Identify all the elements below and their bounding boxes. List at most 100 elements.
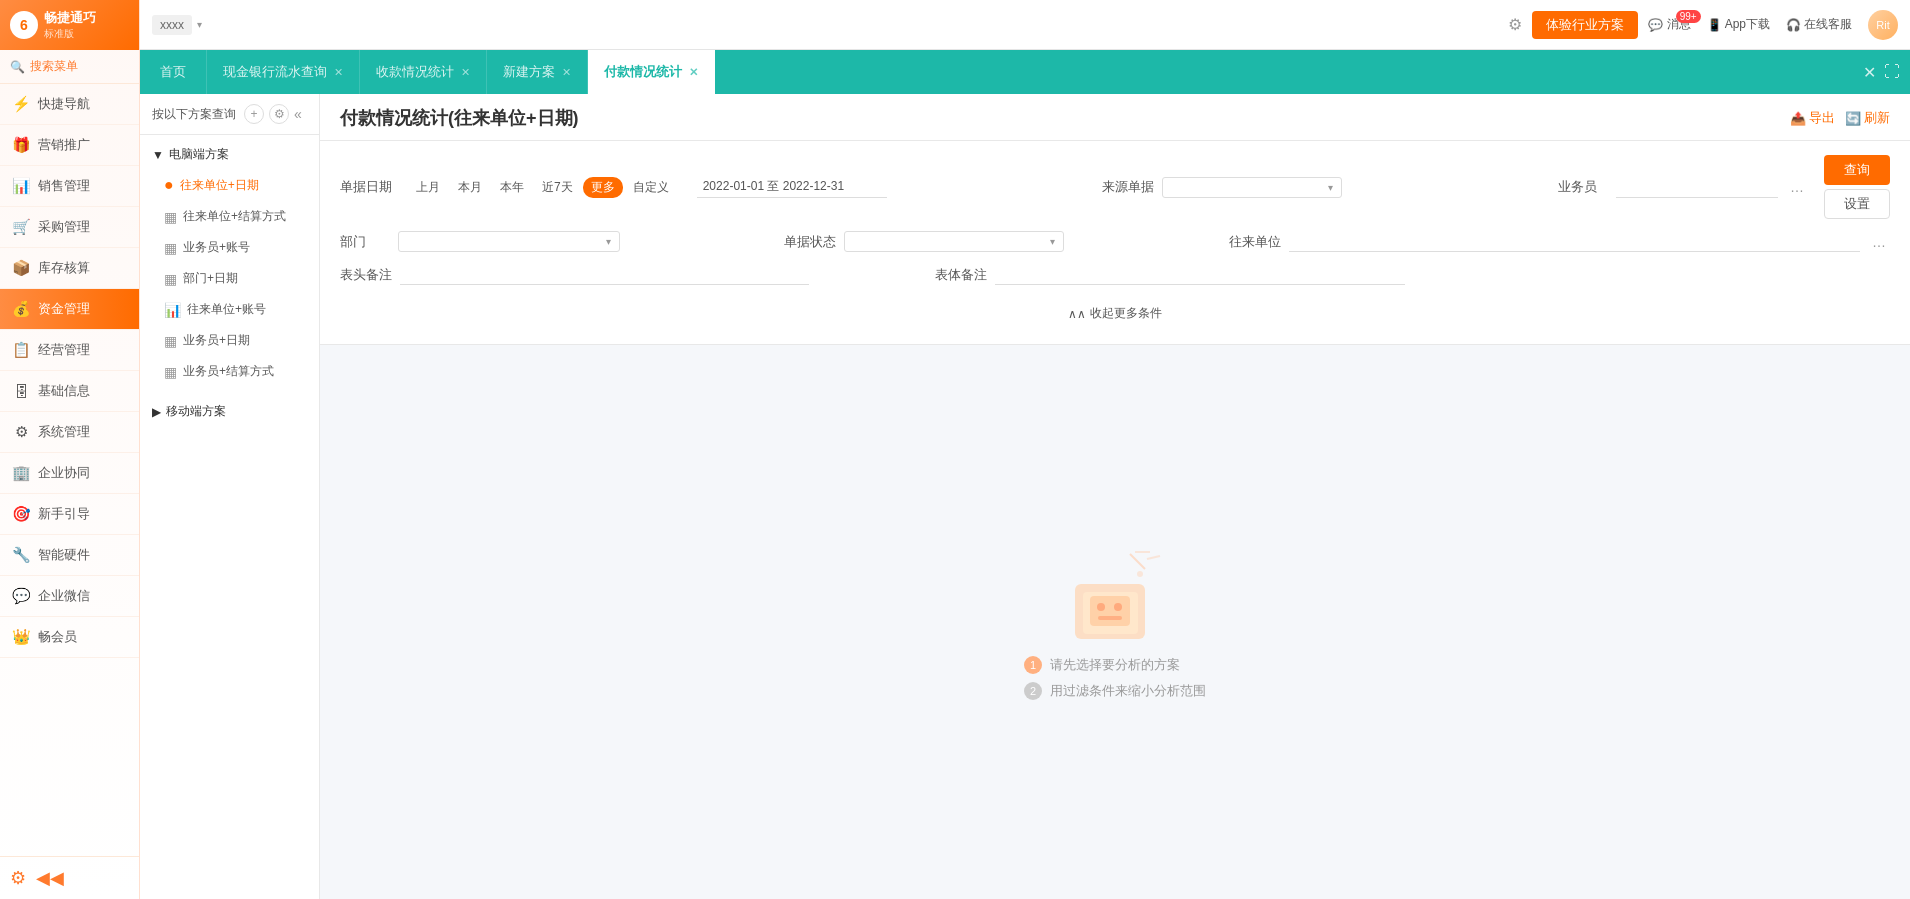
- maximize-icon[interactable]: ⛶: [1884, 63, 1900, 81]
- dept-col: 部门 ▾: [340, 231, 620, 252]
- sidebar-item-inventory[interactable]: 📦 库存核算: [0, 248, 139, 289]
- date-btn-this-month[interactable]: 本月: [450, 176, 490, 199]
- export-btn[interactable]: 📤 导出: [1790, 109, 1835, 127]
- sidebar-item-guide[interactable]: 🎯 新手引导: [0, 494, 139, 535]
- tab-new-scheme-close[interactable]: ✕: [562, 66, 571, 79]
- user-avatar[interactable]: Rit: [1868, 10, 1898, 40]
- tab-receipt-stats[interactable]: 收款情况统计 ✕: [360, 50, 487, 94]
- staff-input[interactable]: [1616, 177, 1778, 198]
- counterpart-settle-icon: ▦: [164, 209, 177, 225]
- scheme-item-staff-date[interactable]: ▦ 业务员+日期: [140, 325, 319, 356]
- sidebar-item-member[interactable]: 👑 畅会员: [0, 617, 139, 658]
- sidebar-item-basic[interactable]: 🗄 基础信息: [0, 371, 139, 412]
- tab-bank-flow-label: 现金银行流水查询: [223, 63, 327, 81]
- header-note-input[interactable]: [400, 264, 809, 285]
- tab-payment-stats-label: 付款情况统计: [604, 63, 682, 81]
- tab-payment-stats[interactable]: 付款情况统计 ✕: [588, 50, 715, 94]
- query-btn[interactable]: 查询: [1824, 155, 1890, 185]
- date-btn-last-month[interactable]: 上月: [408, 176, 448, 199]
- counterpart-col: 往来单位 …: [1229, 231, 1890, 252]
- sidebar-item-fund[interactable]: 💰 资金管理: [0, 289, 139, 330]
- date-btn-custom[interactable]: 自定义: [625, 176, 677, 199]
- date-btn-more[interactable]: 更多: [583, 177, 623, 198]
- settings-footer-btn[interactable]: ⚙: [10, 867, 26, 889]
- mobile-group-title[interactable]: ▶ 移动端方案: [140, 397, 319, 426]
- trial-button[interactable]: 体验行业方案: [1532, 11, 1638, 39]
- staff-ellipsis-btn[interactable]: …: [1786, 179, 1808, 195]
- left-panel-header: 按以下方案查询 + ⚙ «: [140, 94, 319, 135]
- sidebar-item-purchase[interactable]: 🛒 采购管理: [0, 207, 139, 248]
- settings-icon: ⚙: [274, 107, 285, 121]
- scheme-item-counterpart-account[interactable]: 📊 往来单位+账号: [140, 294, 319, 325]
- body-note-input[interactable]: [995, 264, 1404, 285]
- tab-bank-flow[interactable]: 现金银行流水查询 ✕: [207, 50, 360, 94]
- source-voucher-label: 来源单据: [1102, 178, 1154, 196]
- date-range-input[interactable]: [697, 177, 887, 198]
- sidebar-item-business[interactable]: 📋 经营管理: [0, 330, 139, 371]
- messages-btn[interactable]: 💬 消息 99+: [1648, 16, 1691, 33]
- date-btn-this-year[interactable]: 本年: [492, 176, 532, 199]
- refresh-btn[interactable]: 🔄 刷新: [1845, 109, 1890, 127]
- sidebar-item-label: 销售管理: [38, 177, 90, 195]
- counterpart-input[interactable]: [1289, 231, 1860, 252]
- scheme-item-label: 往来单位+日期: [180, 177, 259, 194]
- tab-bank-flow-close[interactable]: ✕: [334, 66, 343, 79]
- sidebar-item-wechat[interactable]: 💬 企业微信: [0, 576, 139, 617]
- scheme-item-staff-account[interactable]: ▦ 业务员+账号: [140, 232, 319, 263]
- collapse-panel-btn[interactable]: «: [294, 106, 302, 122]
- sidebar-item-quick-nav[interactable]: ⚡ 快捷导航: [0, 84, 139, 125]
- sidebar-item-corp[interactable]: 🏢 企业协同: [0, 453, 139, 494]
- corp-icon: 🏢: [12, 464, 30, 482]
- hardware-icon: 🔧: [12, 546, 30, 564]
- online-service-btn[interactable]: 🎧 在线客服: [1786, 16, 1852, 33]
- scheme-item-counterpart-date[interactable]: ● 往来单位+日期: [140, 169, 319, 201]
- inventory-icon: 📦: [12, 259, 30, 277]
- message-badge: 99+: [1676, 10, 1701, 23]
- export-icon: 📤: [1790, 111, 1806, 126]
- sidebar-item-marketing[interactable]: 🎁 营销推广: [0, 125, 139, 166]
- voucher-status-col: 单据状态 ▾: [784, 231, 1064, 252]
- counterpart-ellipsis-btn[interactable]: …: [1868, 234, 1890, 250]
- source-voucher-select[interactable]: ▾: [1162, 177, 1342, 198]
- scheme-item-counterpart-settle[interactable]: ▦ 往来单位+结算方式: [140, 201, 319, 232]
- collapse-sidebar-btn[interactable]: ◀◀: [36, 867, 64, 889]
- address-chevron-icon[interactable]: ▾: [197, 19, 202, 30]
- desktop-group-title[interactable]: ▼ 电脑端方案: [140, 140, 319, 169]
- add-scheme-btn[interactable]: +: [244, 104, 264, 124]
- svg-point-3: [1097, 603, 1105, 611]
- collapse-arrow-icon: ∧∧: [1068, 307, 1086, 321]
- tab-payment-close[interactable]: ✕: [689, 66, 698, 79]
- sidebar-item-system[interactable]: ⚙ 系统管理: [0, 412, 139, 453]
- scheme-item-dept-date[interactable]: ▦ 部门+日期: [140, 263, 319, 294]
- scheme-item-staff-settle[interactable]: ▦ 业务员+结算方式: [140, 356, 319, 387]
- logo-icon: 6: [10, 11, 38, 39]
- date-btn-7days[interactable]: 近7天: [534, 176, 581, 199]
- voucher-status-label: 单据状态: [784, 233, 836, 251]
- dept-select[interactable]: ▾: [398, 231, 620, 252]
- desktop-group-label: 电脑端方案: [169, 146, 229, 163]
- tab-home[interactable]: 首页: [140, 50, 207, 94]
- tab-new-scheme[interactable]: 新建方案 ✕: [487, 50, 588, 94]
- scheme-settings-btn[interactable]: ⚙: [269, 104, 289, 124]
- desktop-group-arrow: ▼: [152, 148, 164, 162]
- sidebar-logo: 6 畅捷通巧 标准版: [0, 0, 139, 50]
- topbar: xxxx ▾ ⚙ 体验行业方案 💬 消息 99+ 📱 App下载 🎧 在线客服 …: [140, 0, 1910, 50]
- topbar-gear-icon[interactable]: ⚙: [1508, 15, 1522, 34]
- topbar-address: xxxx ▾: [152, 15, 1498, 35]
- sidebar-item-hardware[interactable]: 🔧 智能硬件: [0, 535, 139, 576]
- desktop-scheme-group: ▼ 电脑端方案 ● 往来单位+日期 ▦ 往来单位+结算方式 ▦ 业务员+账号 ▦: [140, 135, 319, 392]
- scheme-item-label: 部门+日期: [183, 270, 238, 287]
- settings-btn[interactable]: 设置: [1824, 189, 1890, 219]
- sidebar-search[interactable]: 🔍 搜索菜单: [0, 50, 139, 84]
- collapse-more-btn[interactable]: ∧∧ 收起更多条件: [340, 297, 1890, 330]
- tab-receipt-close[interactable]: ✕: [461, 66, 470, 79]
- sidebar-item-sales[interactable]: 📊 销售管理: [0, 166, 139, 207]
- tabbar: 首页 现金银行流水查询 ✕ 收款情况统计 ✕ 新建方案 ✕ 付款情况统计 ✕ ✕…: [140, 50, 1910, 94]
- voucher-status-select[interactable]: ▾: [844, 231, 1064, 252]
- app-download-btn[interactable]: 📱 App下载: [1707, 16, 1770, 33]
- content-area: 按以下方案查询 + ⚙ « ▼ 电脑端方案 ●: [140, 94, 1910, 899]
- svg-rect-5: [1098, 616, 1122, 620]
- sidebar: 6 畅捷通巧 标准版 🔍 搜索菜单 ⚡ 快捷导航 🎁 营销推广 📊 销售管理 🛒…: [0, 0, 140, 899]
- empty-hints: 1 请先选择要分析的方案 2 用过滤条件来缩小分析范围: [1024, 656, 1206, 700]
- close-tab-icon[interactable]: ✕: [1863, 63, 1876, 82]
